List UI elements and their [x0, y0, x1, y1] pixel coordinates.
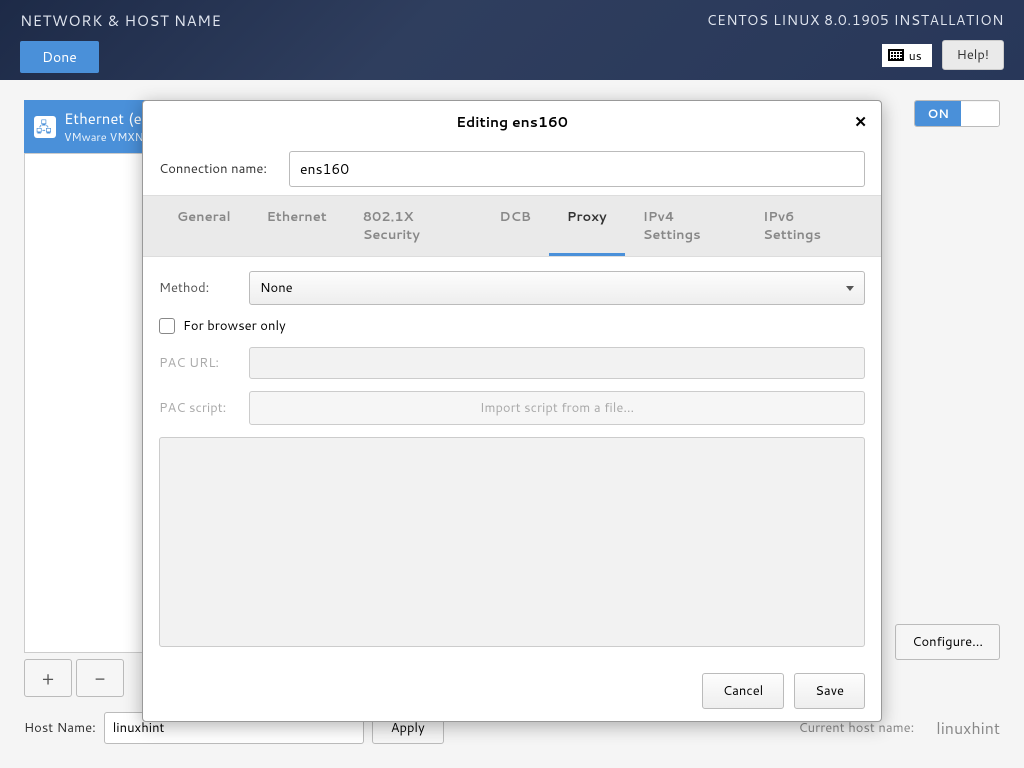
import-script-button: Import script from a file... [249, 391, 865, 425]
tab-ipv6[interactable]: IPv6 Settings [745, 196, 865, 256]
save-button[interactable]: Save [794, 673, 865, 709]
browser-only-label: For browser only [183, 317, 286, 335]
pac-url-input [249, 347, 865, 379]
current-hostname-value: linuxhint [936, 717, 1000, 740]
browser-only-checkbox[interactable] [159, 318, 175, 334]
tab-ethernet[interactable]: Ethernet [249, 196, 345, 256]
done-button[interactable]: Done [20, 41, 99, 73]
nic-icon [34, 116, 56, 138]
tab-dcb[interactable]: DCB [481, 196, 549, 256]
add-interface-button[interactable]: + [24, 659, 72, 697]
keyboard-icon [888, 49, 904, 61]
dialog-title: Editing ens160 ✕ [143, 101, 881, 143]
pac-script-label: PAC script: [159, 399, 235, 417]
toggle-knob [961, 102, 999, 126]
connection-name-input[interactable] [289, 151, 865, 187]
method-label: Method: [159, 279, 235, 297]
close-icon[interactable]: ✕ [854, 111, 867, 132]
toggle-on-label: ON [915, 101, 961, 126]
tab-proxy[interactable]: Proxy [549, 196, 625, 256]
dialog-tabs: General Ethernet 802.1X Security DCB Pro… [143, 195, 881, 257]
cancel-button[interactable]: Cancel [702, 673, 784, 709]
keyboard-layout-indicator[interactable]: us [882, 44, 932, 67]
tab-8021x[interactable]: 802.1X Security [345, 196, 482, 256]
pac-url-label: PAC URL: [159, 354, 235, 372]
remove-interface-button[interactable]: − [76, 659, 124, 697]
keyboard-layout-text: us [909, 47, 922, 64]
tab-ipv4[interactable]: IPv4 Settings [625, 196, 745, 256]
chevron-down-icon [846, 286, 854, 291]
connection-name-label: Connection name: [159, 160, 279, 178]
interface-toggle[interactable]: ON [914, 100, 1000, 127]
product-label: CENTOS LINUX 8.0.1905 INSTALLATION [707, 10, 1004, 30]
hostname-label: Host Name: [24, 719, 96, 737]
installer-header: NETWORK & HOST NAME Done CENTOS LINUX 8.… [0, 0, 1024, 80]
edit-connection-dialog: Editing ens160 ✕ Connection name: Genera… [142, 100, 882, 722]
pac-script-textarea [159, 437, 865, 647]
method-value: None [260, 279, 293, 297]
tab-general[interactable]: General [159, 196, 249, 256]
help-button[interactable]: Help! [942, 40, 1004, 70]
spoke-title: NETWORK & HOST NAME [20, 10, 221, 31]
configure-button[interactable]: Configure... [895, 624, 1000, 660]
method-dropdown[interactable]: None [249, 271, 865, 305]
